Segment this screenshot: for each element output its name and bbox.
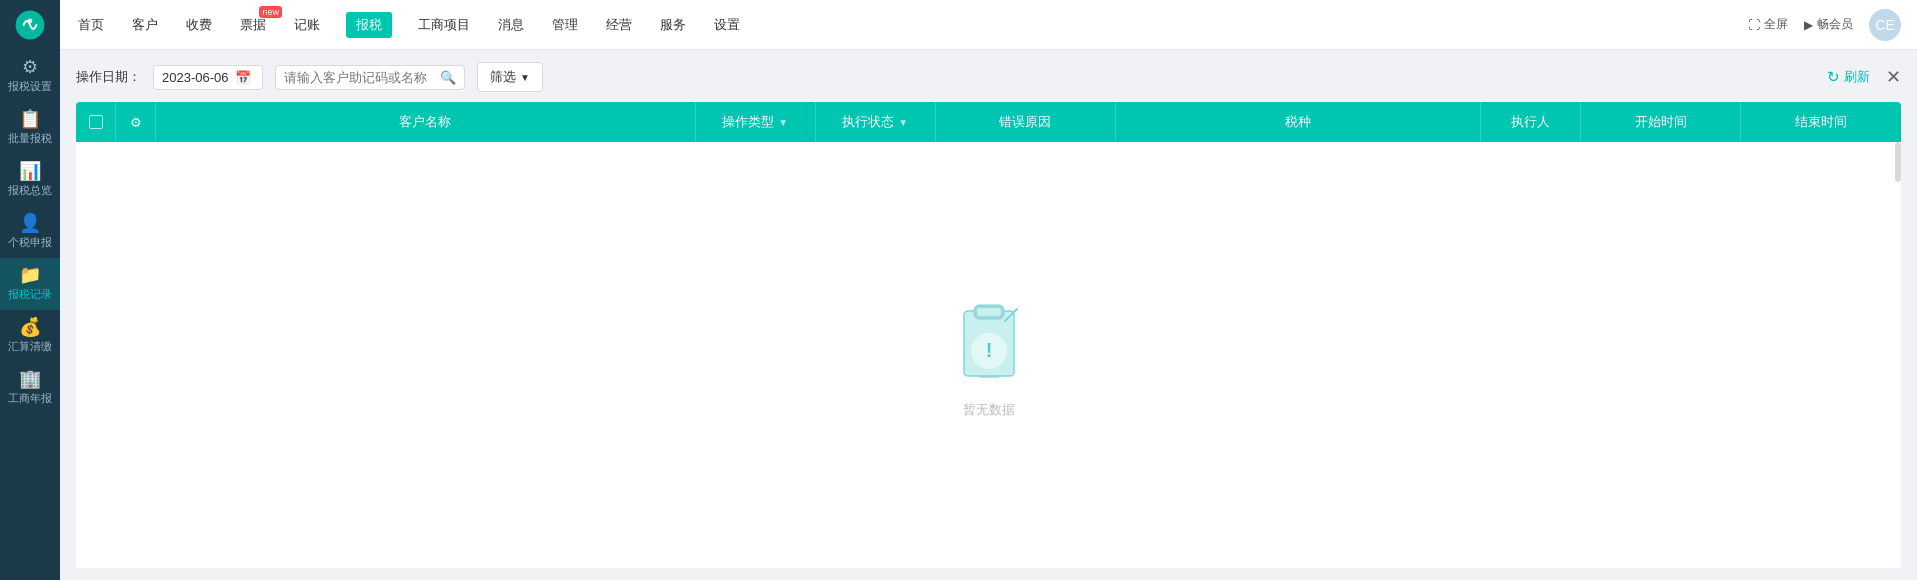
th-client-name: 客户名称 bbox=[156, 102, 696, 142]
sidebar-logo[interactable] bbox=[0, 0, 60, 50]
fullscreen-button[interactable]: ⛶ 全屏 bbox=[1748, 16, 1788, 33]
main-table: ⚙ 客户名称 操作类型 ▼ 执行状态 ▼ 错误原因 税种 bbox=[76, 102, 1901, 568]
close-button[interactable]: ✕ bbox=[1886, 68, 1901, 86]
refresh-button[interactable]: ↻ 刷新 bbox=[1827, 68, 1870, 86]
sidebar-item-label: 报税总览 bbox=[8, 183, 52, 198]
nav-jingying[interactable]: 经营 bbox=[604, 12, 634, 38]
nav-shezhi[interactable]: 设置 bbox=[712, 12, 742, 38]
sort-icon-exec-status[interactable]: ▼ bbox=[898, 117, 908, 128]
th-checkbox[interactable] bbox=[76, 102, 116, 142]
gongshang-nianbao-icon: 🏢 bbox=[19, 370, 41, 388]
toolbar-right: ↻ 刷新 ✕ bbox=[1827, 68, 1901, 86]
sidebar: ⚙ 报税设置 📋 批量报税 📊 报税总览 👤 个税申报 📁 报税记录 💰 汇算清… bbox=[0, 0, 60, 580]
baoshui-shezhi-icon: ⚙ bbox=[22, 58, 38, 76]
fullscreen-label: 全屏 bbox=[1764, 16, 1788, 33]
date-input[interactable]: 2023-06-06 📅 bbox=[153, 65, 263, 90]
topnav-right-area: ⛶ 全屏 ▶ 畅会员 CE bbox=[1748, 9, 1901, 41]
nav-guanli[interactable]: 管理 bbox=[550, 12, 580, 38]
avatar-text: CE bbox=[1875, 17, 1894, 33]
sidebar-item-baoshui-zonlan[interactable]: 📊 报税总览 bbox=[0, 154, 60, 206]
search-input[interactable] bbox=[284, 70, 434, 85]
sort-icon-op-type[interactable]: ▼ bbox=[778, 117, 788, 128]
nav-xiaoxi[interactable]: 消息 bbox=[496, 12, 526, 38]
fullscreen-icon: ⛶ bbox=[1748, 18, 1760, 32]
member-icon: ▶ bbox=[1804, 18, 1813, 32]
search-wrap: 🔍 bbox=[275, 65, 465, 90]
sidebar-item-baoshui-shezhi[interactable]: ⚙ 报税设置 bbox=[0, 50, 60, 102]
new-badge: new bbox=[259, 6, 282, 18]
member-button[interactable]: ▶ 畅会员 bbox=[1804, 16, 1853, 33]
sidebar-item-label: 汇算清缴 bbox=[8, 339, 52, 354]
empty-state: ! 暂无数据 bbox=[939, 291, 1039, 419]
table-header: ⚙ 客户名称 操作类型 ▼ 执行状态 ▼ 错误原因 税种 bbox=[76, 102, 1901, 142]
nav-home[interactable]: 首页 bbox=[76, 12, 106, 38]
scrollbar[interactable] bbox=[1895, 142, 1901, 182]
table-body: ! 暂无数据 bbox=[76, 142, 1901, 568]
filter-label: 筛选 bbox=[490, 68, 516, 86]
huisuan-jiaona-icon: 💰 bbox=[19, 318, 41, 336]
nav-client[interactable]: 客户 bbox=[130, 12, 160, 38]
empty-illustration: ! bbox=[939, 291, 1039, 391]
date-value: 2023-06-06 bbox=[162, 70, 229, 85]
piliang-baoshui-icon: 📋 bbox=[19, 110, 41, 128]
sidebar-item-label: 个税申报 bbox=[8, 235, 52, 250]
sidebar-item-piliang-baoshui[interactable]: 📋 批量报税 bbox=[0, 102, 60, 154]
th-error-reason: 错误原因 bbox=[936, 102, 1116, 142]
member-label: 畅会员 bbox=[1817, 16, 1853, 33]
svg-text:!: ! bbox=[985, 339, 992, 361]
th-tax-type: 税种 bbox=[1116, 102, 1481, 142]
toolbar: 操作日期： 2023-06-06 📅 🔍 筛选 ▼ ↻ 刷新 ✕ bbox=[76, 62, 1901, 92]
empty-text: 暂无数据 bbox=[963, 401, 1015, 419]
baoshui-jilu-icon: 📁 bbox=[19, 266, 41, 284]
chevron-down-icon: ▼ bbox=[520, 72, 530, 83]
nav-shoufei[interactable]: 收费 bbox=[184, 12, 214, 38]
th-start-time: 开始时间 bbox=[1581, 102, 1741, 142]
sidebar-item-label: 批量报税 bbox=[8, 131, 52, 146]
calendar-icon: 📅 bbox=[235, 70, 251, 85]
baoshui-zonlan-icon: 📊 bbox=[19, 162, 41, 180]
th-op-type: 操作类型 ▼ bbox=[696, 102, 816, 142]
search-icon[interactable]: 🔍 bbox=[440, 70, 456, 85]
th-settings[interactable]: ⚙ bbox=[116, 102, 156, 142]
filter-button[interactable]: 筛选 ▼ bbox=[477, 62, 543, 92]
avatar[interactable]: CE bbox=[1869, 9, 1901, 41]
date-label: 操作日期： bbox=[76, 68, 141, 86]
settings-icon: ⚙ bbox=[130, 115, 142, 130]
nav-fuwu[interactable]: 服务 bbox=[658, 12, 688, 38]
sidebar-item-gongshang-nianbao[interactable]: 🏢 工商年报 bbox=[0, 362, 60, 414]
sidebar-item-geshuishen-bao[interactable]: 👤 个税申报 bbox=[0, 206, 60, 258]
top-navigation: 首页 客户 收费 票据 new 记账 报税 工商项目 消息 管理 经营 服务 设… bbox=[60, 0, 1917, 50]
geshuishen-bao-icon: 👤 bbox=[19, 214, 41, 232]
svg-point-1 bbox=[28, 19, 33, 24]
nav-baoshui[interactable]: 报税 bbox=[346, 12, 392, 38]
svg-rect-4 bbox=[977, 308, 1001, 316]
sidebar-item-baoshui-jilu[interactable]: 📁 报税记录 bbox=[0, 258, 60, 310]
sidebar-item-label: 报税记录 bbox=[8, 287, 52, 302]
page-content: 操作日期： 2023-06-06 📅 🔍 筛选 ▼ ↻ 刷新 ✕ bbox=[60, 50, 1917, 580]
sidebar-item-label: 工商年报 bbox=[8, 391, 52, 406]
refresh-icon: ↻ bbox=[1827, 68, 1840, 86]
sidebar-item-label: 报税设置 bbox=[8, 79, 52, 94]
svg-line-8 bbox=[1005, 319, 1007, 321]
nav-gongshang[interactable]: 工商项目 bbox=[416, 12, 472, 38]
sidebar-item-huisuan-jiaona[interactable]: 💰 汇算清缴 bbox=[0, 310, 60, 362]
nav-jizhang[interactable]: 记账 bbox=[292, 12, 322, 38]
refresh-label: 刷新 bbox=[1844, 68, 1870, 86]
nav-piaoju[interactable]: 票据 new bbox=[238, 12, 268, 38]
th-exec-status: 执行状态 ▼ bbox=[816, 102, 936, 142]
select-all-checkbox[interactable] bbox=[89, 115, 103, 129]
th-executor: 执行人 bbox=[1481, 102, 1581, 142]
main-area: 首页 客户 收费 票据 new 记账 报税 工商项目 消息 管理 经营 服务 设… bbox=[60, 0, 1917, 580]
th-end-time: 结束时间 bbox=[1741, 102, 1901, 142]
